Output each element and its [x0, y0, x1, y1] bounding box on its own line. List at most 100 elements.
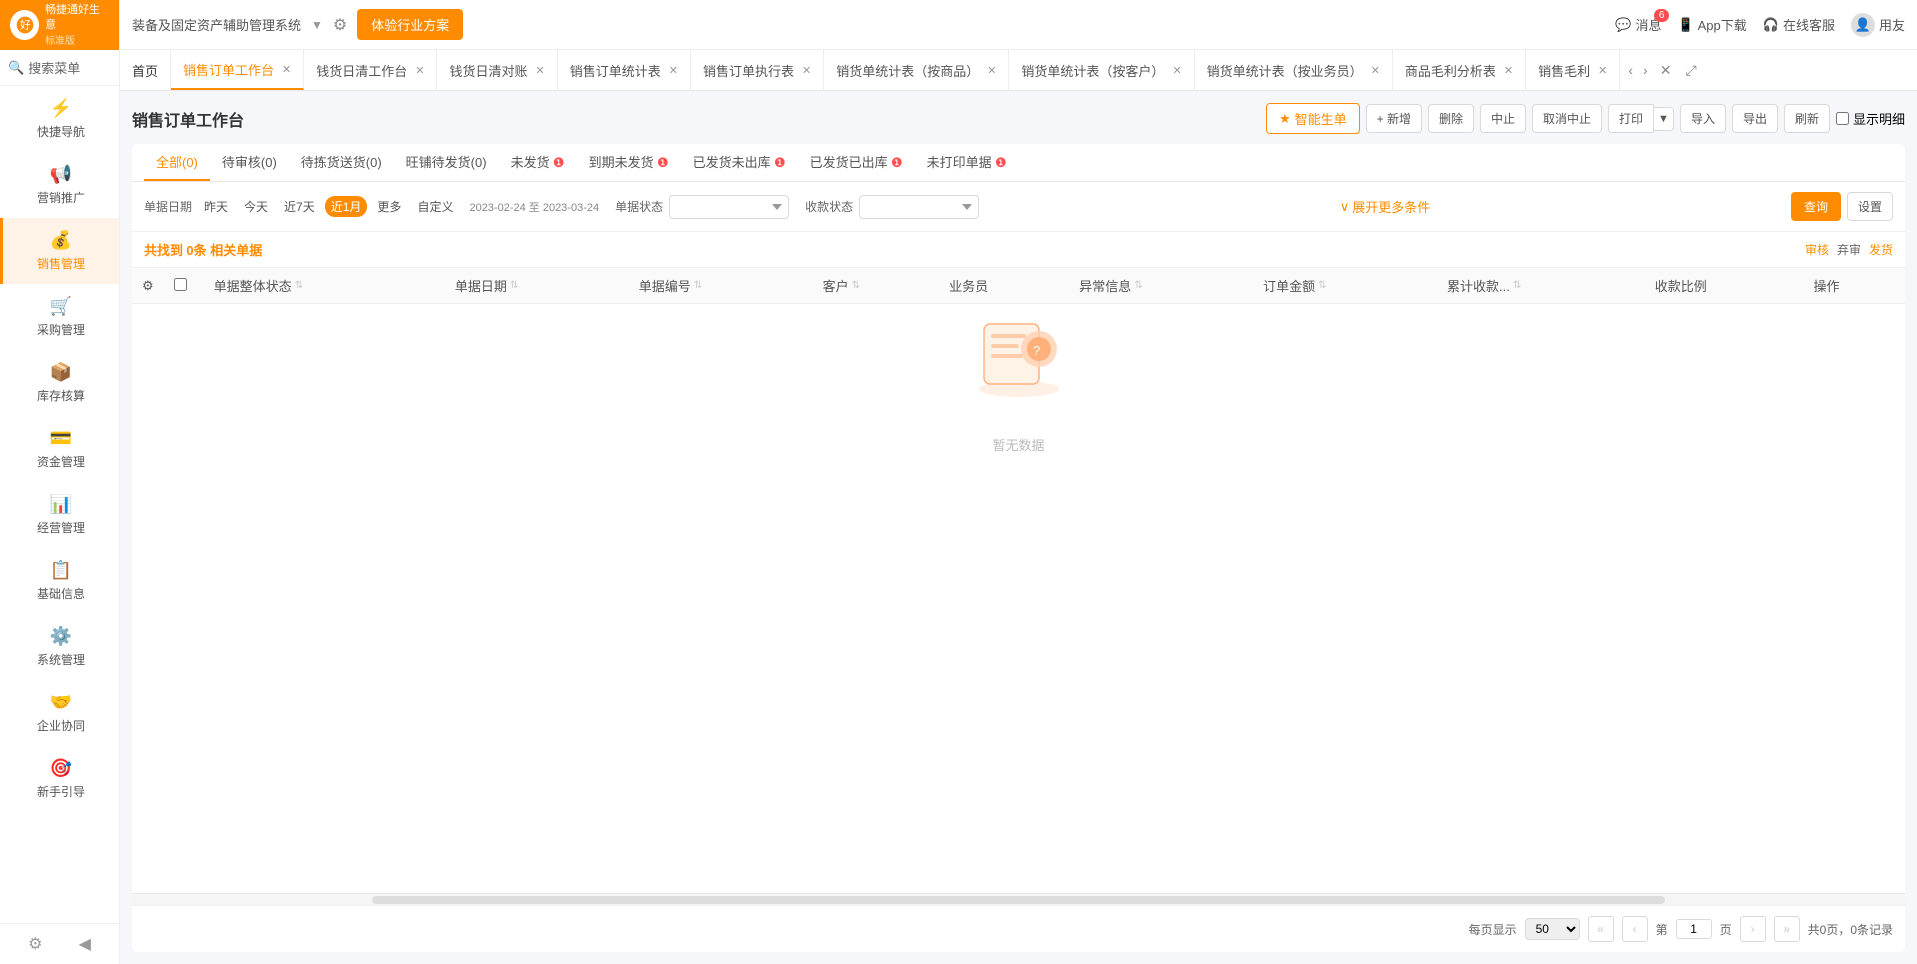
app-download-button[interactable]: 📱 App下载 — [1677, 15, 1746, 34]
export-button[interactable]: 导出 — [1732, 104, 1778, 133]
filter-tab-wangpu-deliver[interactable]: 旺铺待发货(0) — [394, 144, 499, 181]
tab-sales-staff[interactable]: 销货单统计表（按业务员） ✕ — [1195, 50, 1393, 90]
sidebar-item-system[interactable]: ⚙️ 系统管理 — [0, 614, 119, 680]
show-detail-checkbox[interactable] — [1836, 112, 1849, 125]
date-custom[interactable]: 自定义 — [411, 196, 459, 217]
filter-tab-not-delivered[interactable]: 未发货 ❶ — [499, 144, 577, 181]
print-dropdown-arrow[interactable]: ▼ — [1654, 107, 1674, 131]
sort-icon: ⇅ — [1134, 280, 1142, 291]
page-size-select[interactable]: 10 20 50 100 — [1525, 918, 1580, 940]
filter-tab-not-printed[interactable]: 未打印单据 ❶ — [915, 144, 1019, 181]
delete-button[interactable]: 删除 — [1428, 104, 1474, 133]
tab-close-icon[interactable]: ✕ — [1598, 64, 1607, 77]
sidebar-item-enterprise[interactable]: 🤝 企业协同 — [0, 680, 119, 746]
print-button[interactable]: 打印 — [1608, 104, 1654, 133]
no-stock-badge: ❶ — [774, 155, 786, 170]
status-select[interactable] — [669, 195, 789, 219]
sidebar-item-inventory[interactable]: 📦 库存核算 — [0, 350, 119, 416]
tab-sales-exec[interactable]: 销售订单执行表 ✕ — [691, 50, 824, 90]
filter-tab-delivered-no-stock[interactable]: 已发货未出库 ❶ — [681, 144, 798, 181]
next-page-button[interactable]: › — [1740, 916, 1766, 942]
page-size-label: 每页显示 — [1469, 921, 1517, 938]
col-status-label: 单据整体状态 — [214, 276, 292, 295]
tab-close-icon[interactable]: ✕ — [415, 64, 424, 77]
date-yesterday[interactable]: 昨天 — [198, 196, 234, 217]
user-menu[interactable]: 👤 用友 — [1851, 13, 1905, 37]
tab-cash-reconcile[interactable]: 钱货日清对账 ✕ — [437, 50, 557, 90]
tab-close-icon[interactable]: ✕ — [1504, 64, 1513, 77]
filter-tab-expired-deliver[interactable]: 到期未发货 ❶ — [577, 144, 681, 181]
payment-select[interactable] — [859, 195, 979, 219]
tab-prev-arrow[interactable]: ‹ — [1624, 60, 1637, 80]
filter-tab-pending-review[interactable]: 待审核(0) — [210, 144, 289, 181]
date-7days[interactable]: 近7天 — [278, 196, 321, 217]
sidebar-item-finance[interactable]: 💳 资金管理 — [0, 416, 119, 482]
tab-sales-stat[interactable]: 销售订单统计表 ✕ — [558, 50, 691, 90]
cancel-audit-button[interactable]: 弃审 — [1837, 241, 1861, 258]
page-number-input[interactable] — [1676, 919, 1712, 939]
tab-next-arrow[interactable]: › — [1639, 60, 1652, 80]
first-page-button[interactable]: « — [1588, 916, 1614, 942]
prev-page-button[interactable]: ‹ — [1622, 916, 1648, 942]
tab-close-icon[interactable]: ✕ — [669, 64, 678, 77]
tab-expand-icon[interactable]: ⤢ — [1679, 60, 1702, 81]
online-service-button[interactable]: 🎧 在线客服 — [1763, 15, 1835, 34]
select-all-checkbox[interactable] — [174, 278, 187, 291]
col-number: 单据编号 ⇅ — [629, 268, 813, 304]
date-today[interactable]: 今天 — [238, 196, 274, 217]
filter-tab-label: 已发货未出库 — [693, 155, 771, 170]
sidebar-item-sales[interactable]: 💰 销售管理 — [0, 218, 119, 284]
topbar-gear-icon[interactable]: ⚙ — [333, 15, 347, 35]
tab-sales-more[interactable]: 销售毛利 ✕ — [1526, 50, 1620, 90]
tab-close-icon[interactable]: ✕ — [987, 64, 996, 77]
sidebar-search[interactable]: 🔍 搜索菜单 — [0, 50, 119, 86]
tab-close-all-button[interactable]: ✕ — [1654, 60, 1678, 81]
sidebar-item-purchase[interactable]: 🛒 采购管理 — [0, 284, 119, 350]
tab-sales-workbench[interactable]: 销售订单工作台 ✕ — [171, 50, 304, 90]
solution-button[interactable]: 体验行业方案 — [357, 9, 463, 40]
settings-button[interactable]: 设置 — [1847, 192, 1893, 221]
filter-tab-label: 未发货 — [511, 155, 550, 170]
sidebar-item-quick-nav[interactable]: ⚡ 快捷导航 — [0, 86, 119, 152]
message-button[interactable]: 💬 消息 6 — [1615, 15, 1661, 34]
horizontal-scrollbar[interactable] — [132, 893, 1905, 905]
settings-icon[interactable]: ⚙ — [28, 934, 42, 954]
import-button[interactable]: 导入 — [1680, 104, 1726, 133]
tab-close-icon[interactable]: ✕ — [802, 64, 811, 77]
stop-button[interactable]: 中止 — [1480, 104, 1526, 133]
tab-sales-customer[interactable]: 销货单统计表（按客户） ✕ — [1009, 50, 1194, 90]
query-button[interactable]: 查询 — [1791, 192, 1841, 221]
tab-gross-profit[interactable]: 商品毛利分析表 ✕ — [1393, 50, 1526, 90]
filter-tab-delivered-out-stock[interactable]: 已发货已出库 ❶ — [798, 144, 915, 181]
refresh-button[interactable]: 刷新 — [1784, 104, 1830, 133]
smart-create-button[interactable]: ★ 智能生单 — [1266, 103, 1360, 134]
tab-cash-daily[interactable]: 钱货日清工作台 ✕ — [304, 50, 437, 90]
cancel-stop-button[interactable]: 取消中止 — [1532, 104, 1602, 133]
sidebar: 好 畅捷通好生意 标准版 🔍 搜索菜单 ⚡ 快捷导航 📢 营销推广 💰 销售管理… — [0, 0, 120, 964]
settings-col-icon[interactable]: ⚙ — [142, 278, 154, 293]
filter-tab-label: 待审核(0) — [222, 155, 277, 170]
tab-home[interactable]: 首页 — [120, 50, 171, 90]
tab-close-icon[interactable]: ✕ — [536, 64, 545, 77]
show-detail-label[interactable]: 显示明细 — [1836, 109, 1905, 128]
date-1month[interactable]: 近1月 — [325, 196, 368, 217]
add-button[interactable]: + 新增 — [1366, 104, 1422, 133]
deliver-button[interactable]: 发货 — [1869, 241, 1893, 258]
date-more[interactable]: 更多 — [371, 196, 407, 217]
filter-tab-all[interactable]: 全部(0) — [144, 144, 210, 181]
last-page-button[interactable]: » — [1774, 916, 1800, 942]
tab-close-icon[interactable]: ✕ — [1172, 64, 1181, 77]
sidebar-item-guide[interactable]: 🎯 新手引导 — [0, 746, 119, 812]
sidebar-item-basic[interactable]: 📋 基础信息 — [0, 548, 119, 614]
expand-filter-button[interactable]: ∨ 展开更多条件 — [1340, 197, 1431, 216]
sidebar-item-operations[interactable]: 📊 经营管理 — [0, 482, 119, 548]
filter-tab-pending-inspect[interactable]: 待拣货送货(0) — [289, 144, 394, 181]
scrollbar-thumb[interactable] — [372, 896, 1665, 904]
tab-sales-product[interactable]: 销货单统计表（按商品） ✕ — [824, 50, 1009, 90]
tab-close-icon[interactable]: ✕ — [1371, 64, 1380, 77]
collapse-icon[interactable]: ◀ — [79, 934, 91, 954]
sidebar-item-marketing[interactable]: 📢 营销推广 — [0, 152, 119, 218]
tab-close-icon[interactable]: ✕ — [282, 63, 291, 76]
audit-button[interactable]: 审核 — [1805, 241, 1829, 258]
col-amount-label: 订单金额 — [1263, 276, 1315, 295]
